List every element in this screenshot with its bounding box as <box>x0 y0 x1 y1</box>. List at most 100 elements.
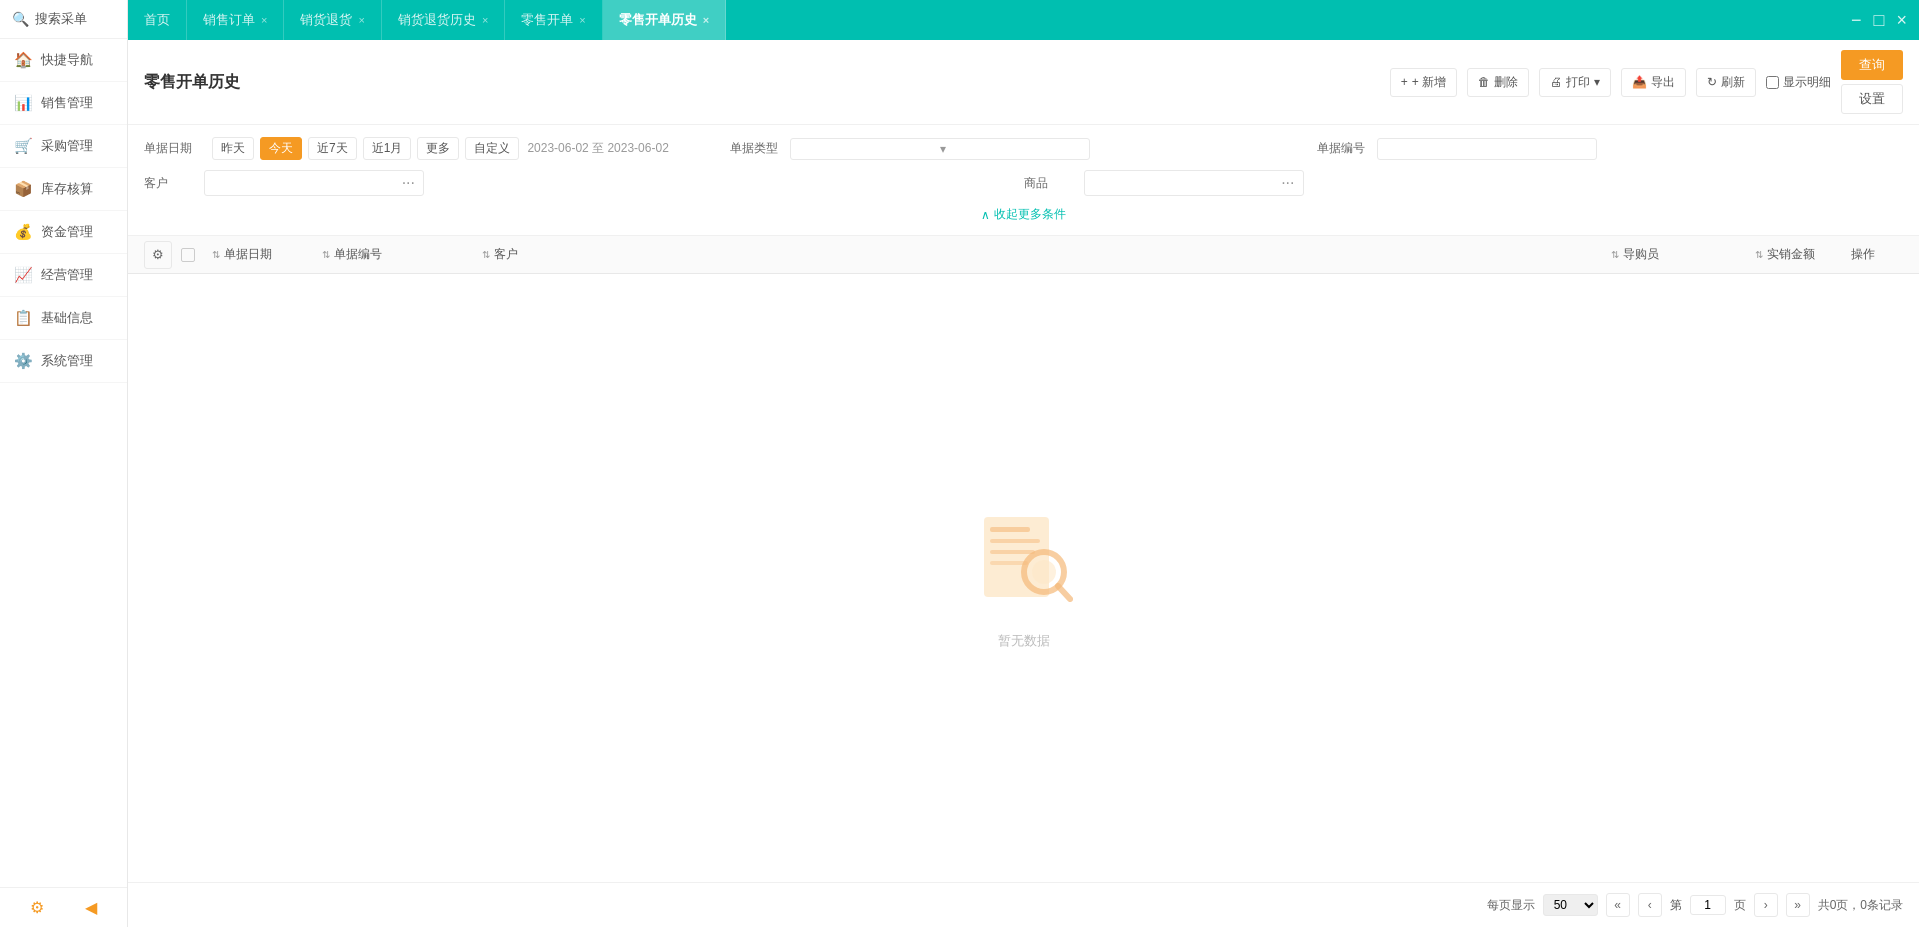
add-button[interactable]: + + 新增 <box>1390 68 1457 97</box>
page-title: 零售开单历史 <box>144 72 240 93</box>
delete-button[interactable]: 🗑 删除 <box>1467 68 1529 97</box>
filter-date-section: 单据日期 昨天 今天 近7天 近1月 更多 自定义 2023-06-02 至 2… <box>144 137 710 160</box>
prev-page-button[interactable]: ‹ <box>1638 893 1662 917</box>
page-number-input[interactable] <box>1690 895 1726 915</box>
th-checkbox[interactable] <box>172 248 204 262</box>
home-icon: 🏠 <box>14 51 33 69</box>
sidebar-item-label: 销售管理 <box>41 94 93 112</box>
sidebar-item-quick-nav[interactable]: 🏠 快捷导航 <box>0 39 127 82</box>
display-cols-checkbox[interactable] <box>1766 76 1779 89</box>
th-customer-sort-icon[interactable]: ⇅ <box>482 249 490 260</box>
display-cols-label: 显示明细 <box>1783 74 1831 91</box>
last-page-button[interactable]: » <box>1786 893 1810 917</box>
sidebar-item-sales-mgmt[interactable]: 📊 销售管理 <box>0 82 127 125</box>
close-button[interactable]: × <box>1896 10 1907 31</box>
tab-retail-open-history-close[interactable]: × <box>703 14 709 26</box>
th-date-sort-icon[interactable]: ⇅ <box>212 249 220 260</box>
operations-icon: 📈 <box>14 266 33 284</box>
tab-sales-return-close[interactable]: × <box>358 14 364 26</box>
sidebar-item-system[interactable]: ⚙️ 系统管理 <box>0 340 127 383</box>
setting-button[interactable]: 设置 <box>1841 84 1903 114</box>
sidebar-item-inventory[interactable]: 📦 库存核算 <box>0 168 127 211</box>
tab-sales-order-close[interactable]: × <box>261 14 267 26</box>
th-bill-sort-icon[interactable]: ⇅ <box>322 249 330 260</box>
maximize-button[interactable]: □ <box>1874 10 1885 31</box>
filter-row-date: 单据日期 昨天 今天 近7天 近1月 更多 自定义 2023-06-02 至 2… <box>144 137 1903 160</box>
page-header: 零售开单历史 + + 新增 🗑 删除 🖨 打印 ▾ 📤 导出 <box>128 40 1919 125</box>
date-btn-1month[interactable]: 近1月 <box>363 137 412 160</box>
customer-input[interactable] <box>213 176 398 190</box>
date-btn-7days[interactable]: 近7天 <box>308 137 357 160</box>
th-date: ⇅ 单据日期 <box>204 236 314 273</box>
sidebar-search-label: 搜索采单 <box>35 10 87 28</box>
th-customer-label: 客户 <box>494 246 518 263</box>
tab-sales-return[interactable]: 销货退货 × <box>284 0 381 40</box>
filter-area: 单据日期 昨天 今天 近7天 近1月 更多 自定义 2023-06-02 至 2… <box>128 125 1919 236</box>
tab-sales-return-history[interactable]: 销货退货历史 × <box>382 0 505 40</box>
sidebar-item-label: 快捷导航 <box>41 51 93 69</box>
tab-home[interactable]: 首页 <box>128 0 187 40</box>
th-bill-no: ⇅ 单据编号 <box>314 236 474 273</box>
page-prefix: 第 <box>1670 897 1682 914</box>
minimize-button[interactable]: − <box>1851 10 1862 31</box>
sidebar-search[interactable]: 🔍 搜索采单 <box>0 0 127 39</box>
bill-no-input[interactable] <box>1386 142 1588 156</box>
settings-gear-icon[interactable]: ⚙ <box>30 898 44 917</box>
export-button[interactable]: 📤 导出 <box>1621 68 1686 97</box>
window-controls: − □ × <box>1839 0 1919 40</box>
first-page-button[interactable]: « <box>1606 893 1630 917</box>
per-page-label: 每页显示 <box>1487 897 1535 914</box>
per-page-select[interactable]: 50 10 20 100 <box>1543 894 1598 916</box>
customer-label: 客户 <box>144 175 204 192</box>
select-all-checkbox[interactable] <box>181 248 195 262</box>
query-button[interactable]: 查询 <box>1841 50 1903 80</box>
delete-icon: 🗑 <box>1478 75 1490 89</box>
tab-retail-open-history[interactable]: 零售开单历史 × <box>603 0 726 40</box>
sidebar-item-operations[interactable]: 📈 经营管理 <box>0 254 127 297</box>
th-action-label: 操作 <box>1851 246 1875 263</box>
date-btn-yesterday[interactable]: 昨天 <box>212 137 254 160</box>
tab-retail-open-close[interactable]: × <box>579 14 585 26</box>
sidebar-item-label: 库存核算 <box>41 180 93 198</box>
th-amount-sort-icon[interactable]: ⇅ <box>1755 249 1763 260</box>
th-bill-label: 单据编号 <box>334 246 382 263</box>
date-btn-more[interactable]: 更多 <box>417 137 459 160</box>
tab-sales-return-label: 销货退货 <box>300 11 352 29</box>
total-info: 共0页，0条记录 <box>1818 897 1903 914</box>
next-page-button[interactable]: › <box>1754 893 1778 917</box>
search-icon: 🔍 <box>12 11 29 27</box>
customer-dots-icon[interactable]: ··· <box>402 174 415 192</box>
sidebar-item-purchase-mgmt[interactable]: 🛒 采购管理 <box>0 125 127 168</box>
tab-sales-order[interactable]: 销售订单 × <box>187 0 284 40</box>
sidebar-item-finance[interactable]: 💰 资金管理 <box>0 211 127 254</box>
table-config-btn[interactable]: ⚙ <box>144 241 172 269</box>
display-cols-toggle[interactable]: 显示明细 <box>1766 74 1831 91</box>
tab-sales-return-history-close[interactable]: × <box>482 14 488 26</box>
sidebar-footer: ⚙ ◀ <box>0 887 127 927</box>
filter-goods-section: 商品 ··· <box>1024 170 1884 196</box>
th-guide: ⇅ 导购员 <box>1603 236 1723 273</box>
print-button[interactable]: 🖨 打印 ▾ <box>1539 68 1611 97</box>
refresh-button[interactable]: ↻ 刷新 <box>1696 68 1756 97</box>
sidebar-item-basic-info[interactable]: 📋 基础信息 <box>0 297 127 340</box>
svg-rect-2 <box>990 539 1040 543</box>
tab-retail-open[interactable]: 零售开单 × <box>505 0 602 40</box>
bill-type-select[interactable]: ▾ <box>790 138 1090 160</box>
bill-no-label: 单据编号 <box>1317 140 1377 157</box>
collapse-sidebar-icon[interactable]: ◀ <box>85 898 97 917</box>
date-buttons: 昨天 今天 近7天 近1月 更多 自定义 <box>212 137 519 160</box>
goods-input-wrap: ··· <box>1084 170 1304 196</box>
svg-line-7 <box>1058 586 1070 599</box>
goods-input[interactable] <box>1093 176 1278 190</box>
date-btn-today[interactable]: 今天 <box>260 137 302 160</box>
sidebar-item-label: 资金管理 <box>41 223 93 241</box>
sidebar-nav: 🏠 快捷导航 📊 销售管理 🛒 采购管理 📦 库存核算 💰 资金管理 📈 经营管… <box>0 39 127 887</box>
tab-sales-order-label: 销售订单 <box>203 11 255 29</box>
goods-dots-icon[interactable]: ··· <box>1281 174 1294 192</box>
tab-bar: 首页 销售订单 × 销货退货 × 销货退货历史 × 零售开单 × 零售开单历史 … <box>128 0 1919 40</box>
collapse-filter-btn[interactable]: ∧ 收起更多条件 <box>144 206 1903 223</box>
th-guide-sort-icon[interactable]: ⇅ <box>1611 249 1619 260</box>
print-icon: 🖨 <box>1550 75 1562 89</box>
refresh-icon: ↻ <box>1707 75 1717 89</box>
date-btn-custom[interactable]: 自定义 <box>465 137 519 160</box>
